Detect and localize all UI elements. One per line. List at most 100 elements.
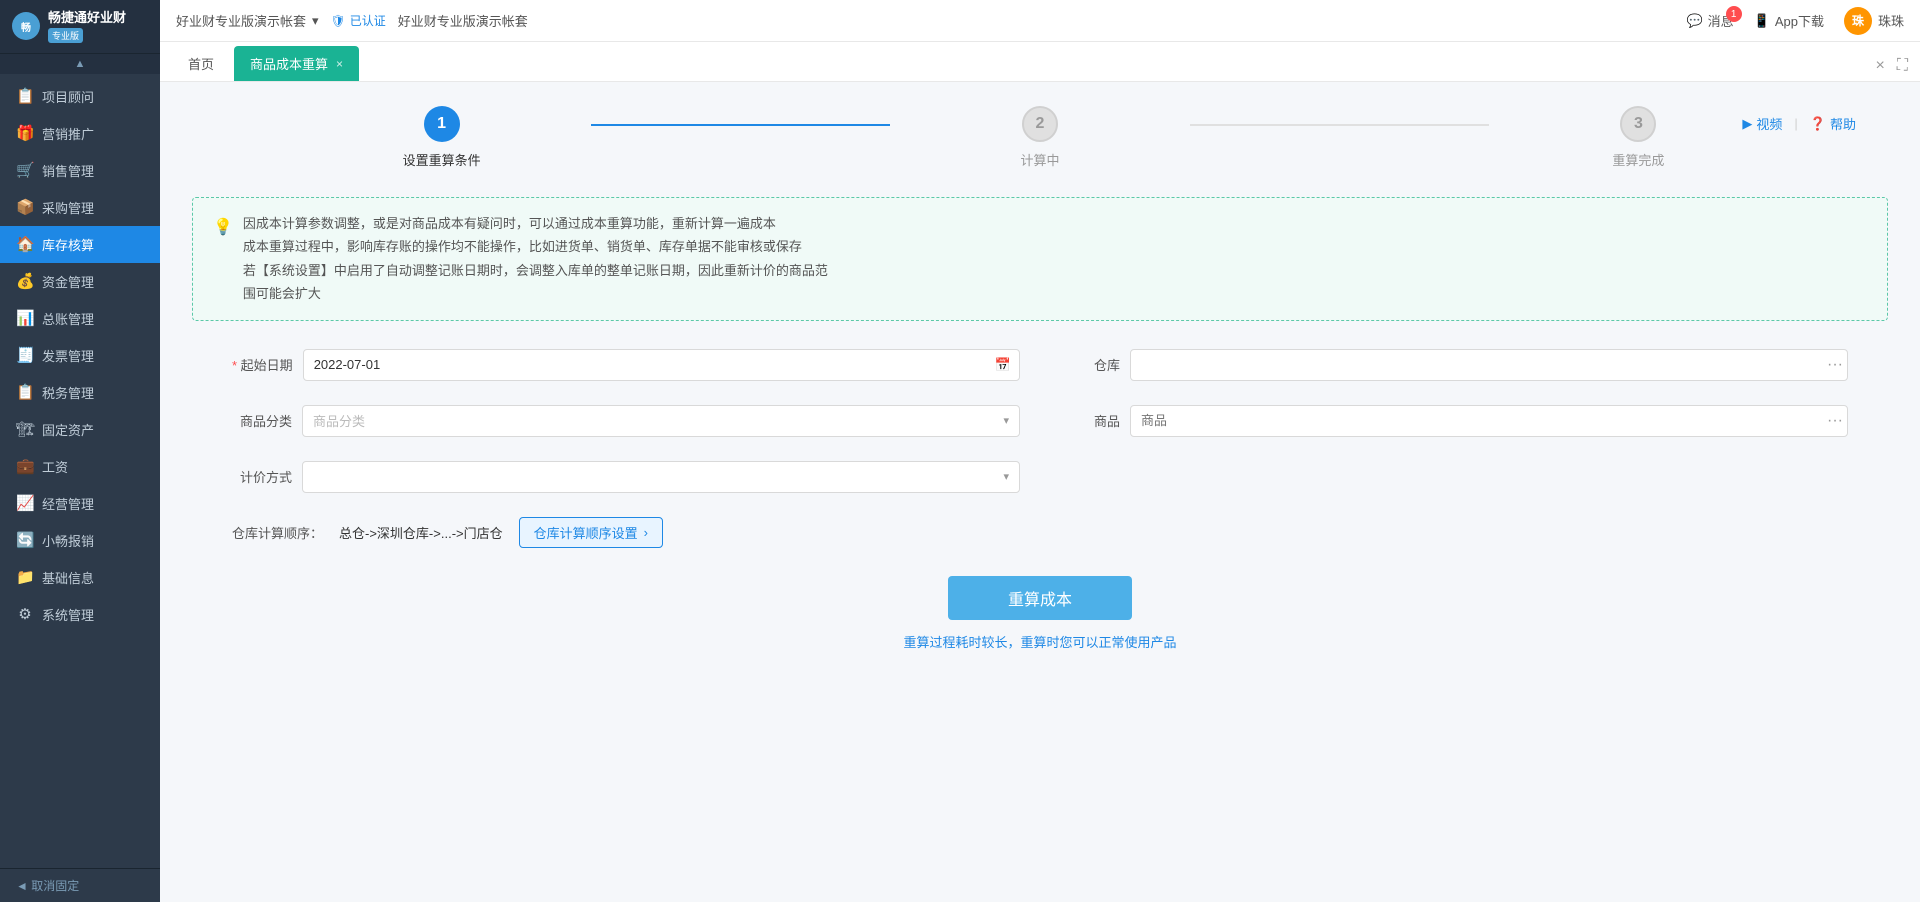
goods-input[interactable] — [1131, 413, 1823, 428]
sidebar-nav: 📋 项目顾问 🎁 营销推广 🛒 销售管理 📦 采购管理 🏠 库存核算 💰 资金管… — [0, 74, 160, 868]
message-btn[interactable]: 💬 消息 1 — [1686, 11, 1733, 30]
sidebar-item-basic[interactable]: 📁 基础信息 — [0, 559, 160, 596]
form-group-category: 商品分类 商品分类 ▾ — [232, 405, 1020, 437]
form-group-goods: 商品 ··· — [1060, 405, 1848, 437]
form-area: * 起始日期 📅 仓库 ··· — [192, 349, 1888, 651]
window-expand-btn[interactable]: ⛶ — [1897, 57, 1908, 75]
notice-line-4: 围可能会扩大 — [243, 282, 828, 305]
step-2: 2 计算中 — [890, 106, 1189, 169]
sidebar-item-salary[interactable]: 💼 工资 — [0, 448, 160, 485]
start-date-input-wrapper[interactable]: 📅 — [303, 349, 1020, 381]
sidebar-item-purchase[interactable]: 📦 采购管理 — [0, 189, 160, 226]
window-close-btn[interactable]: × — [1875, 57, 1884, 75]
sidebar-item-system[interactable]: ⚙ 系统管理 — [0, 596, 160, 633]
sidebar-unpin-btn[interactable]: ◄ 取消固定 — [0, 868, 160, 902]
company-name: 好业财专业版演示帐套 — [398, 11, 528, 30]
expense-icon: 🔄 — [16, 531, 34, 549]
step-line-1 — [591, 124, 890, 126]
sidebar-item-inventory[interactable]: 🏠 库存核算 — [0, 226, 160, 263]
step-3-number: 3 — [1634, 115, 1643, 133]
start-date-input[interactable] — [304, 349, 987, 381]
tabbar: 首页 商品成本重算 × × ⛶ — [160, 42, 1920, 82]
pricing-dropdown-icon: ▾ — [1003, 470, 1009, 483]
sidebar-item-label-accounting: 总账管理 — [42, 309, 94, 328]
goods-input-wrapper[interactable]: ··· — [1130, 405, 1848, 437]
sidebar-item-label-invoice: 发票管理 — [42, 346, 94, 365]
sidebar-item-label-basic: 基础信息 — [42, 568, 94, 587]
step-1-label: 设置重算条件 — [403, 150, 481, 169]
notice-line-2: 成本重算过程中，影响库存账的操作均不能操作，比如进货单、销货单、库存单据不能审核… — [243, 235, 828, 258]
tab-home[interactable]: 首页 — [172, 46, 230, 81]
user-avatar: 珠 — [1844, 7, 1872, 35]
notice-line-3: 若【系统设置】中启用了自动调整记账日期时，会调整入库单的整单记账日期，因此重新计… — [243, 259, 828, 282]
tax-icon: 📋 — [16, 383, 34, 401]
sidebar: 畅 畅捷通好业财 专业版 ▲ 📋 项目顾问 🎁 营销推广 🛒 销售管理 📦 采购… — [0, 0, 160, 902]
help-link[interactable]: ❓ 帮助 — [1810, 114, 1856, 133]
finance-icon: 💰 — [16, 272, 34, 290]
category-label: 商品分类 — [232, 411, 292, 430]
step-action-divider: | — [1794, 116, 1797, 131]
content-area: 1 设置重算条件 2 计算中 3 重算完成 — [160, 82, 1920, 902]
start-date-label: * 起始日期 — [232, 355, 293, 374]
goods-picker-btn[interactable]: ··· — [1823, 412, 1847, 430]
category-select-text: 商品分类 — [313, 411, 1003, 430]
tab-cost-recalc[interactable]: 商品成本重算 × — [234, 46, 359, 81]
unpin-label: ◄ 取消固定 — [16, 877, 79, 894]
step-1-circle: 1 — [424, 106, 460, 142]
app-download-btn[interactable]: 📱 App下载 — [1754, 11, 1824, 30]
shield-icon: 🛡 — [331, 14, 346, 28]
sales-icon: 🛒 — [16, 161, 34, 179]
warehouse-picker-btn[interactable]: ··· — [1823, 356, 1847, 374]
sidebar-item-accounting[interactable]: 📊 总账管理 — [0, 300, 160, 337]
invoice-icon: 🧾 — [16, 346, 34, 364]
tab-active-label: 商品成本重算 — [250, 54, 328, 73]
step-2-label: 计算中 — [1021, 150, 1060, 169]
step-2-number: 2 — [1036, 115, 1045, 133]
notice-icon: 💡 — [213, 214, 233, 306]
account-name: 好业财专业版演示帐套 — [176, 11, 306, 30]
video-link[interactable]: ▶ 视频 — [1742, 114, 1782, 133]
calc-order-row: 仓库计算顺序： 总仓->深圳仓库->...->门店仓 仓库计算顺序设置 › — [232, 517, 1848, 548]
sidebar-item-project[interactable]: 📋 项目顾问 — [0, 78, 160, 115]
warehouse-input-wrapper[interactable]: ··· — [1130, 349, 1848, 381]
sidebar-item-label-tax: 税务管理 — [42, 383, 94, 402]
calc-order-settings-btn[interactable]: 仓库计算顺序设置 › — [519, 517, 663, 548]
sidebar-item-sales[interactable]: 🛒 销售管理 — [0, 152, 160, 189]
sidebar-item-finance[interactable]: 💰 资金管理 — [0, 263, 160, 300]
tab-close-icon[interactable]: × — [336, 57, 343, 71]
app-info: 畅捷通好业财 专业版 — [48, 10, 126, 43]
recalc-btn-label: 重算成本 — [1008, 592, 1072, 609]
step-1-number: 1 — [437, 115, 446, 133]
app-logo: 畅 — [12, 12, 40, 40]
help-icon: ❓ — [1810, 116, 1826, 132]
calendar-icon[interactable]: 📅 — [987, 357, 1019, 373]
sidebar-item-assets[interactable]: 🏗 固定资产 — [0, 411, 160, 448]
account-selector[interactable]: 好业财专业版演示帐套 ▾ — [176, 11, 319, 30]
sidebar-item-invoice[interactable]: 🧾 发票管理 — [0, 337, 160, 374]
category-select[interactable]: 商品分类 ▾ — [302, 405, 1020, 437]
goods-label: 商品 — [1060, 411, 1120, 430]
form-group-date: * 起始日期 📅 — [232, 349, 1020, 381]
sidebar-item-label-salary: 工资 — [42, 457, 68, 476]
step-2-circle: 2 — [1022, 106, 1058, 142]
sidebar-item-expense[interactable]: 🔄 小畅报销 — [0, 522, 160, 559]
sidebar-item-label-sales: 销售管理 — [42, 161, 94, 180]
user-menu[interactable]: 珠 珠珠 — [1844, 7, 1904, 35]
salary-icon: 💼 — [16, 457, 34, 475]
step-3-circle: 3 — [1620, 106, 1656, 142]
sidebar-item-marketing[interactable]: 🎁 营销推广 — [0, 115, 160, 152]
sidebar-scroll-up[interactable]: ▲ — [0, 54, 160, 74]
warehouse-input[interactable] — [1131, 357, 1823, 372]
sidebar-item-operations[interactable]: 📈 经营管理 — [0, 485, 160, 522]
sidebar-item-label-marketing: 营销推广 — [42, 124, 94, 143]
phone-icon: 📱 — [1754, 13, 1770, 29]
marketing-icon: 🎁 — [16, 124, 34, 142]
window-controls: × ⛶ — [1875, 57, 1908, 81]
pricing-select[interactable]: ▾ — [302, 461, 1020, 493]
recalc-section: 重算成本 重算过程耗时较长，重算时您可以正常使用产品 — [232, 576, 1848, 651]
sidebar-item-tax[interactable]: 📋 税务管理 — [0, 374, 160, 411]
recalc-button[interactable]: 重算成本 — [948, 576, 1132, 620]
app-title: 畅捷通好业财 — [48, 10, 126, 26]
notice-content: 因成本计算参数调整，或是对商品成本有疑问时，可以通过成本重算功能，重新计算一遍成… — [243, 212, 828, 306]
notification-badge: 1 — [1726, 6, 1742, 22]
